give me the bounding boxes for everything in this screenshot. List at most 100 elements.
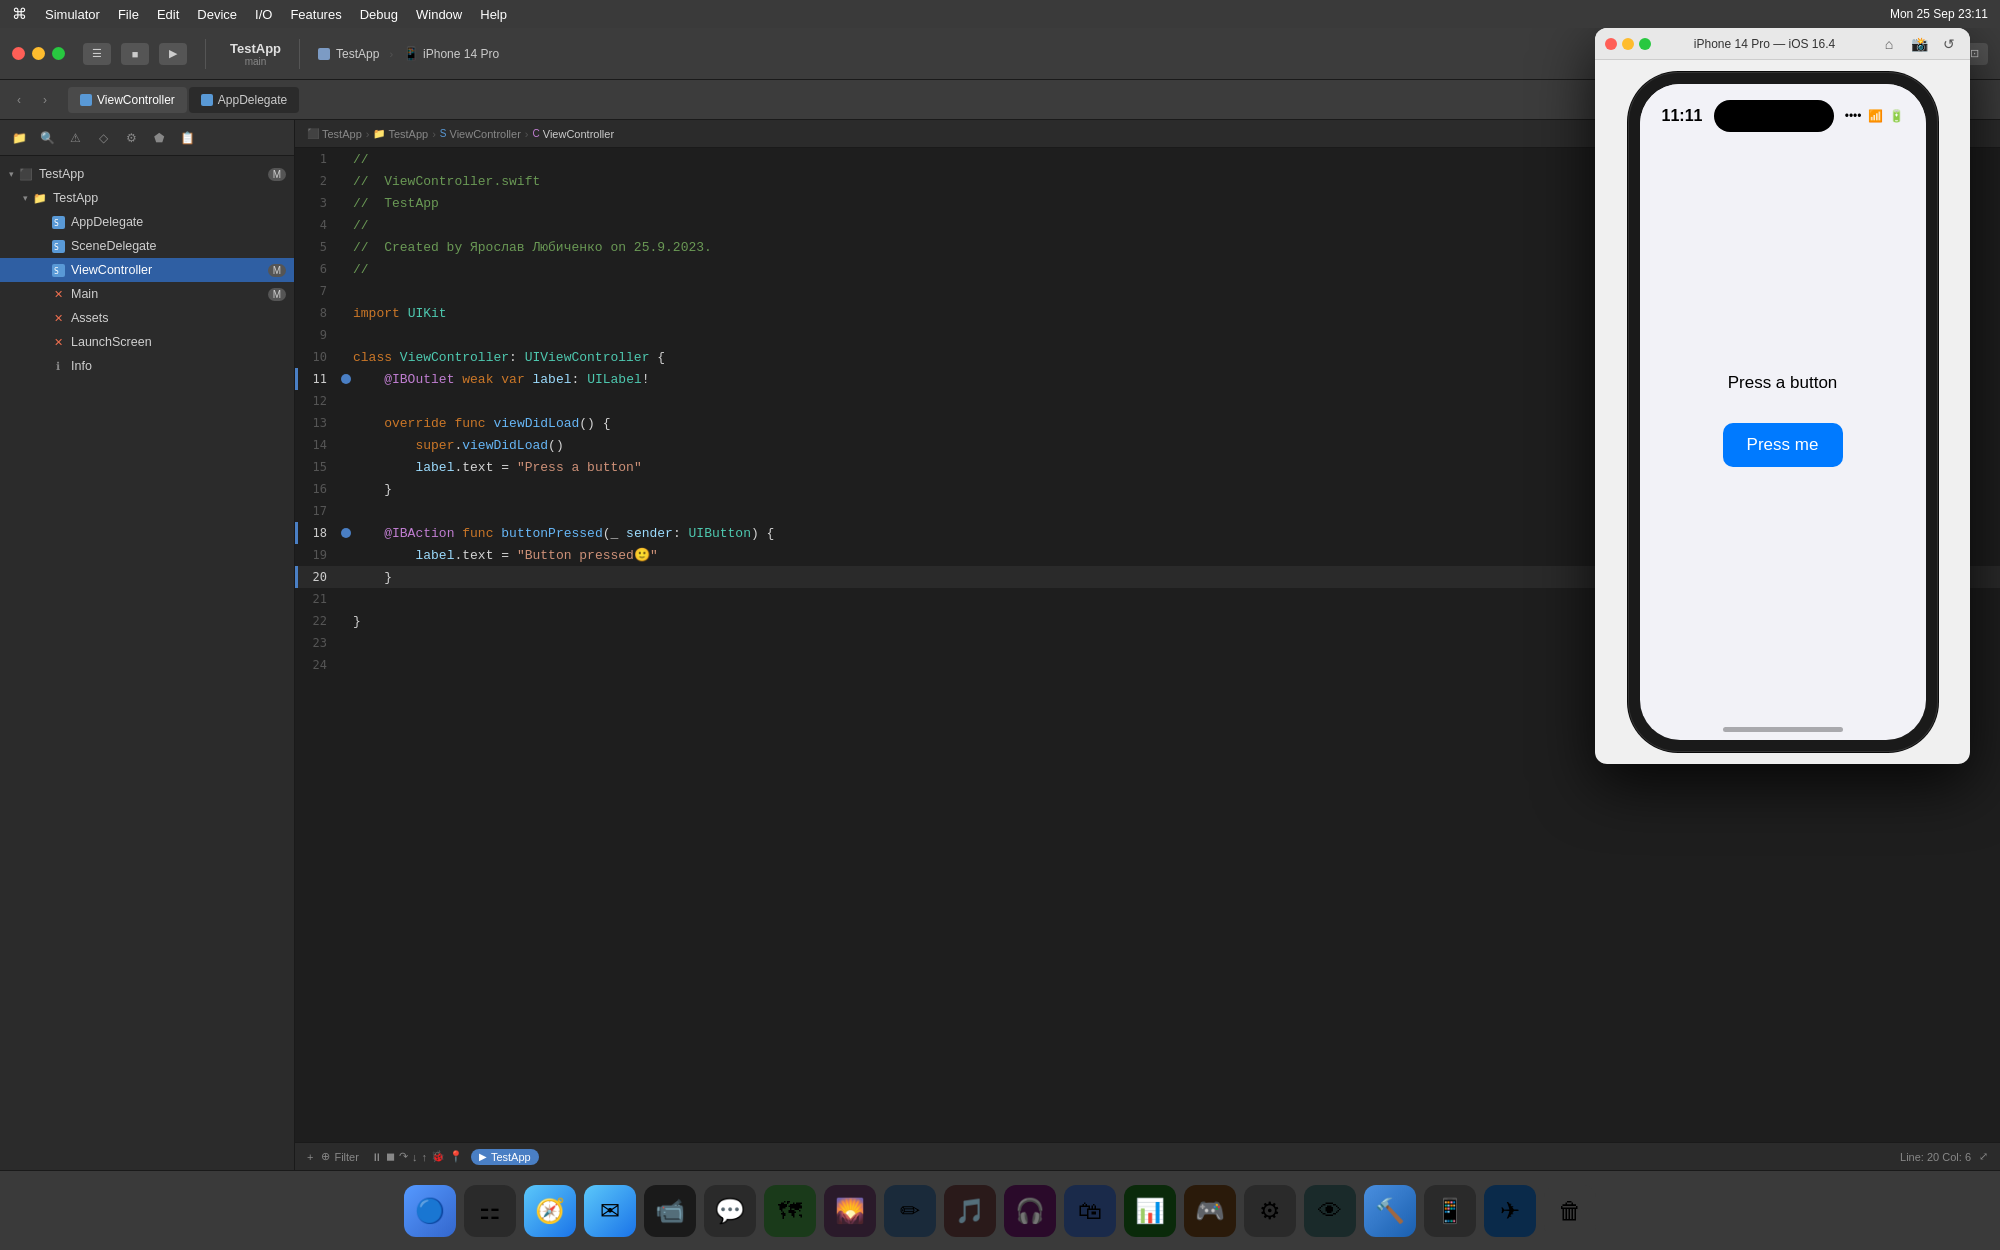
debug-view-button[interactable]: 🐞 [431, 1150, 445, 1163]
tree-item-launchscreen[interactable]: ▸ ✕ LaunchScreen [0, 330, 294, 354]
tree-group-testapp[interactable]: ▾ 📁 TestApp [0, 186, 294, 210]
menu-help[interactable]: Help [480, 7, 507, 22]
sim-minimize-button[interactable] [1622, 38, 1634, 50]
warning-icon[interactable]: ⚠ [64, 127, 86, 149]
breakpoint-nav-icon[interactable]: ⬟ [148, 127, 170, 149]
dock-trash[interactable]: 🗑 [1544, 1185, 1596, 1237]
tab-viewcontroller[interactable]: ViewController [68, 87, 187, 113]
swift-crumb-icon: S [440, 128, 447, 139]
expand-editor-button[interactable]: ⤢ [1979, 1150, 1988, 1163]
filter-chip[interactable]: ⊕ Filter [321, 1150, 358, 1163]
dock-finder[interactable]: 🔵 [404, 1185, 456, 1237]
tree-info-label: Info [71, 359, 286, 373]
maximize-button[interactable] [52, 47, 65, 60]
add-file-button[interactable]: + [307, 1151, 313, 1163]
tree-root-testapp[interactable]: ▾ ⬛ TestApp M [0, 162, 294, 186]
line-num-2: 2 [295, 174, 339, 188]
line-num-22: 22 [295, 614, 339, 628]
search-nav-icon[interactable]: 🔍 [36, 127, 58, 149]
battery-icon: 🔋 [1889, 109, 1904, 123]
dock-safari[interactable]: 🧭 [524, 1185, 576, 1237]
scheme-selector[interactable]: TestApp [318, 47, 379, 61]
dock-launchpad[interactable]: ⚏ [464, 1185, 516, 1237]
close-button[interactable] [12, 47, 25, 60]
tree-root-badge: M [268, 168, 286, 181]
tree-item-appdelegate[interactable]: ▸ S AppDelegate [0, 210, 294, 234]
line-num-12: 12 [295, 394, 339, 408]
dock-photos[interactable]: 🌄 [824, 1185, 876, 1237]
phone-screen-label: Press a button [1728, 373, 1838, 393]
dock-preview[interactable]: 👁 [1304, 1185, 1356, 1237]
apple-menu[interactable]: ⌘ [12, 5, 27, 23]
forward-button[interactable]: › [34, 89, 56, 111]
project-name: TestApp [230, 41, 281, 56]
signal-icon: •••• [1845, 109, 1862, 123]
tree-item-viewcontroller[interactable]: ▸ S ViewController M [0, 258, 294, 282]
tree-viewcontroller-label: ViewController [71, 263, 268, 277]
dock-keynote[interactable]: 🎮 [1184, 1185, 1236, 1237]
dock-appstore[interactable]: 🛍 [1064, 1185, 1116, 1237]
tree-item-main[interactable]: ▸ ✕ Main M [0, 282, 294, 306]
tree-scenedelegate-label: SceneDelegate [71, 239, 286, 253]
step-over-button[interactable]: ↷ [399, 1150, 408, 1163]
tree-item-scenedelegate[interactable]: ▸ S SceneDelegate [0, 234, 294, 258]
breakpoint-circle-18[interactable] [341, 528, 351, 538]
sim-maximize-button[interactable] [1639, 38, 1651, 50]
sim-screenshot-icon[interactable]: 📸 [1908, 33, 1930, 55]
report-icon[interactable]: 📋 [176, 127, 198, 149]
tree-vc-badge: M [268, 264, 286, 277]
test-icon[interactable]: ◇ [92, 127, 114, 149]
dock-sysprefs[interactable]: ⚙ [1244, 1185, 1296, 1237]
tab-appdelegate[interactable]: AppDelegate [189, 87, 299, 113]
dock-messages[interactable]: 💬 [704, 1185, 756, 1237]
menu-debug[interactable]: Debug [360, 7, 398, 22]
tree-item-info[interactable]: ▸ ℹ Info [0, 354, 294, 378]
dock-facetime[interactable]: 📹 [644, 1185, 696, 1237]
dock-mail[interactable]: ✉ [584, 1185, 636, 1237]
breadcrumb-vc[interactable]: S ViewController [440, 128, 521, 140]
phone-press-button[interactable]: Press me [1723, 423, 1843, 467]
step-out-button[interactable]: ↑ [421, 1150, 427, 1163]
dock-maps[interactable]: 🗺 [764, 1185, 816, 1237]
dock-music[interactable]: 🎵 [944, 1185, 996, 1237]
step-into-button[interactable]: ↓ [412, 1150, 418, 1163]
dock-xcode[interactable]: 🔨 [1364, 1185, 1416, 1237]
tree-appdelegate-label: AppDelegate [71, 215, 286, 229]
menu-window[interactable]: Window [416, 7, 462, 22]
simulate-location-button[interactable]: 📍 [449, 1150, 463, 1163]
menu-features[interactable]: Features [290, 7, 341, 22]
breadcrumb-testapp1[interactable]: ⬛ TestApp [307, 128, 362, 140]
line-num-11: 11 [295, 372, 339, 386]
menu-file[interactable]: File [118, 7, 139, 22]
debug-icon[interactable]: ⚙ [120, 127, 142, 149]
menu-edit[interactable]: Edit [157, 7, 179, 22]
line-num-1: 1 [295, 152, 339, 166]
breadcrumb-testapp2[interactable]: 📁 TestApp [373, 128, 428, 140]
phone-notch-area [1702, 100, 1844, 132]
tree-assets-label: Assets [71, 311, 286, 325]
menu-simulator[interactable]: Simulator [45, 7, 100, 22]
sim-close-button[interactable] [1605, 38, 1617, 50]
menu-io[interactable]: I/O [255, 7, 272, 22]
dock-freeform[interactable]: ✏ [884, 1185, 936, 1237]
folder-icon[interactable]: 📁 [8, 127, 30, 149]
sim-rotate-icon[interactable]: ↺ [1938, 33, 1960, 55]
dock-telegram[interactable]: ✈ [1484, 1185, 1536, 1237]
stop-debug-button[interactable]: ◼ [386, 1150, 395, 1163]
dock-podcasts[interactable]: 🎧 [1004, 1185, 1056, 1237]
tree-item-assets[interactable]: ▸ ✕ Assets [0, 306, 294, 330]
breadcrumb-vc-class[interactable]: C ViewController [533, 128, 615, 140]
menu-device[interactable]: Device [197, 7, 237, 22]
minimize-button[interactable] [32, 47, 45, 60]
sidebar-toggle-button[interactable]: ☰ [83, 43, 111, 65]
dock-simulator[interactable]: 📱 [1424, 1185, 1476, 1237]
pause-button[interactable]: ⏸ [371, 1150, 382, 1163]
sim-home-icon[interactable]: ⌂ [1878, 33, 1900, 55]
device-selector[interactable]: 📱 iPhone 14 Pro [403, 46, 499, 61]
dock-numbers[interactable]: 📊 [1124, 1185, 1176, 1237]
line-num-10: 10 [295, 350, 339, 364]
breakpoint-circle-11[interactable] [341, 374, 351, 384]
stop-button[interactable]: ■ [121, 43, 149, 65]
back-button[interactable]: ‹ [8, 89, 30, 111]
play-button[interactable]: ▶ [159, 43, 187, 65]
